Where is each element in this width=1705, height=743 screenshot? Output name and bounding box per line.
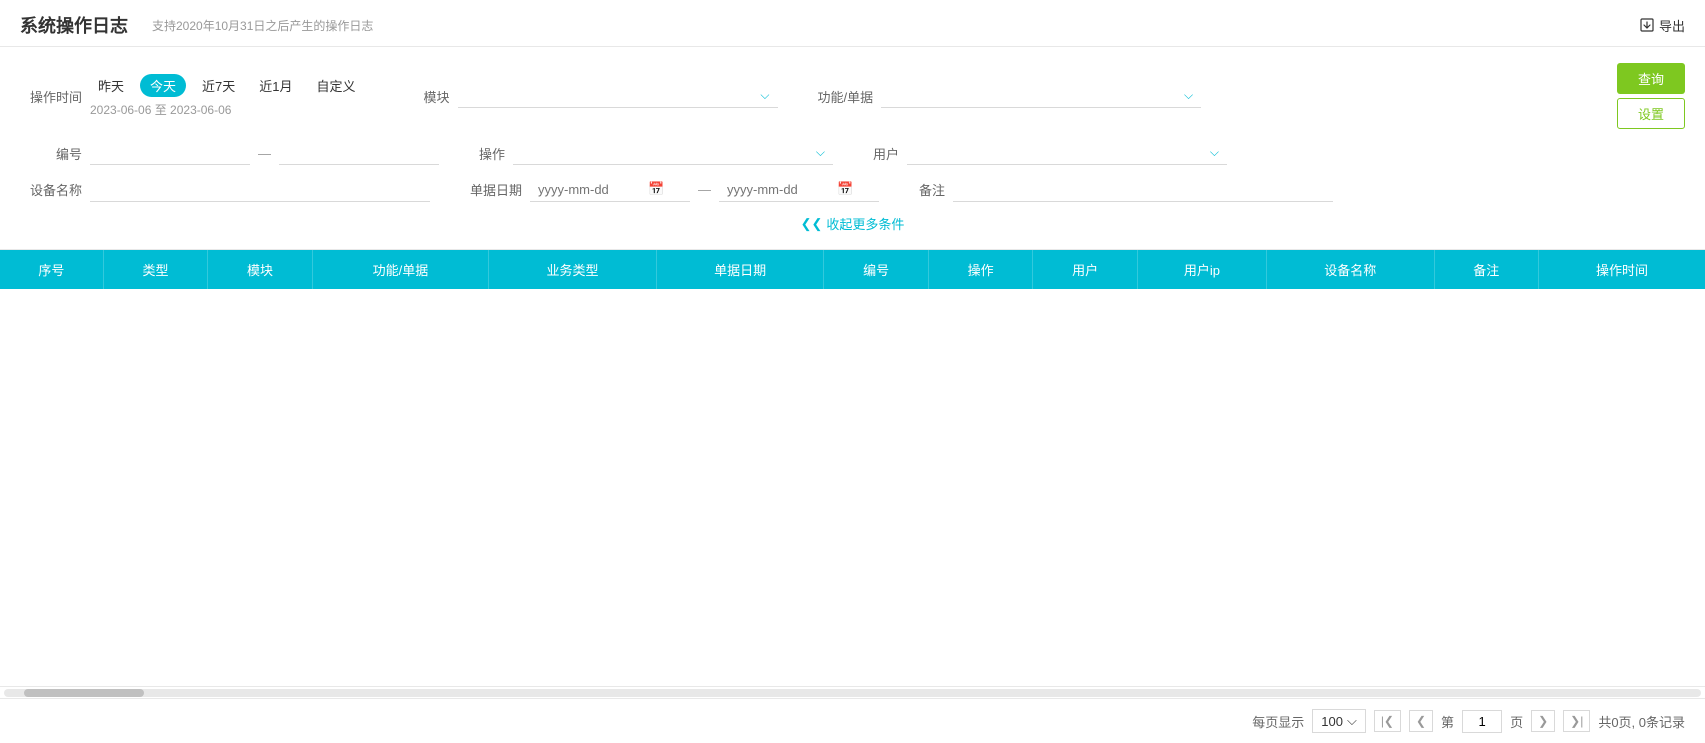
col-module: 模块 [208, 250, 312, 289]
page-title: 系统操作日志 [20, 12, 128, 38]
module-chevron-icon: ⌵ [760, 88, 769, 103]
filter-row-3: 设备名称 单据日期 📅 — 📅 备注 [20, 177, 1685, 202]
query-button[interactable]: 查询 [1617, 63, 1685, 94]
page-subtitle: 支持2020年10月31日之后产生的操作日志 [152, 17, 373, 34]
device-input[interactable] [90, 178, 430, 202]
time-btn-custom[interactable]: 自定义 [309, 74, 364, 97]
settings-button[interactable]: 设置 [1617, 98, 1685, 129]
function-chevron-icon: ⌵ [1184, 88, 1193, 103]
collapse-chevron-icon: ❮❮ [801, 216, 823, 232]
time-range: 2023-06-06 至 2023-06-06 [90, 101, 364, 118]
function-select[interactable]: ⌵ [881, 84, 1201, 108]
operation-select[interactable]: ⌵ [513, 141, 833, 165]
export-icon [1639, 17, 1655, 33]
number-dash: — [258, 146, 271, 161]
time-buttons: 昨天 今天 近7天 近1月 自定义 [90, 74, 364, 97]
user-group: 用户 ⌵ [873, 141, 1227, 165]
table-header-row: 序号 类型 模块 功能/单据 业务类型 单据日期 编号 操作 用户 用户ip 设… [0, 250, 1705, 289]
col-function: 功能/单据 [312, 250, 488, 289]
number-label: 编号 [20, 144, 90, 163]
number-input-to[interactable] [279, 141, 439, 165]
remark-label: 备注 [919, 180, 945, 199]
page-container: 系统操作日志 支持2020年10月31日之后产生的操作日志 导出 操作时间 昨天… [0, 0, 1705, 743]
table-area: 序号 类型 模块 功能/单据 业务类型 单据日期 编号 操作 用户 用户ip 设… [0, 250, 1705, 336]
collapse-label: 收起更多条件 [826, 214, 904, 233]
module-label: 模块 [424, 87, 450, 106]
col-operation: 操作 [928, 250, 1032, 289]
calendar-from-icon[interactable]: 📅 [648, 181, 664, 197]
table-header: 序号 类型 模块 功能/单据 业务类型 单据日期 编号 操作 用户 用户ip 设… [0, 250, 1705, 289]
collapse-row: ❮❮ 收起更多条件 [20, 214, 1685, 233]
col-date: 单据日期 [656, 250, 824, 289]
col-device: 设备名称 [1266, 250, 1434, 289]
col-type: 类型 [103, 250, 207, 289]
page-next-button[interactable]: ❯ [1531, 710, 1555, 732]
data-table: 序号 类型 模块 功能/单据 业务类型 单据日期 编号 操作 用户 用户ip 设… [0, 250, 1705, 289]
page-total: 共0页, 0条记录 [1598, 712, 1685, 731]
date-dash: — [698, 182, 711, 197]
date-from-input[interactable] [538, 182, 648, 197]
scroll-thumb[interactable] [24, 689, 144, 697]
calendar-to-icon[interactable]: 📅 [837, 181, 853, 197]
time-btn-7days[interactable]: 近7天 [194, 74, 243, 97]
date-to-wrap: 📅 [719, 177, 879, 202]
pagination-area: 每页显示 100 ⌵ |❮ ❮ 第 页 ❯ ❯| 共0页, 0条记录 [0, 698, 1705, 743]
filter-row-2: 编号 — 操作 ⌵ 用户 ⌵ [20, 141, 1685, 165]
per-page-label: 每页显示 [1252, 712, 1304, 731]
time-filter: 昨天 今天 近7天 近1月 自定义 2023-06-06 至 2023-06-0… [90, 74, 364, 118]
remark-group: 备注 [919, 178, 1333, 202]
time-btn-today[interactable]: 今天 [140, 74, 186, 97]
page-first-button[interactable]: |❮ [1374, 710, 1401, 732]
function-group: 功能/单据 ⌵ [818, 84, 1202, 108]
scroll-track [4, 689, 1701, 697]
filter-area: 操作时间 昨天 今天 近7天 近1月 自定义 2023-06-06 至 2023… [0, 47, 1705, 250]
col-user: 用户 [1033, 250, 1137, 289]
user-chevron-icon: ⌵ [1210, 145, 1219, 160]
operation-chevron-icon: ⌵ [816, 145, 825, 160]
operation-group: 操作 ⌵ [479, 141, 833, 165]
remark-input[interactable] [953, 178, 1333, 202]
page-label: 第 [1441, 712, 1454, 731]
empty-area [0, 336, 1705, 686]
col-remark: 备注 [1434, 250, 1538, 289]
number-input-from[interactable] [90, 141, 250, 165]
module-select[interactable]: ⌵ [458, 84, 778, 108]
col-index: 序号 [0, 250, 103, 289]
date-from-wrap: 📅 [530, 177, 690, 202]
per-page-chevron-icon: ⌵ [1347, 713, 1357, 729]
col-time: 操作时间 [1539, 250, 1705, 289]
page-suffix: 页 [1510, 712, 1523, 731]
device-label: 设备名称 [20, 180, 90, 199]
date-to-input[interactable] [727, 182, 837, 197]
time-btn-1month[interactable]: 近1月 [251, 74, 300, 97]
user-select[interactable]: ⌵ [907, 141, 1227, 165]
page-number-input[interactable] [1462, 710, 1502, 733]
action-buttons: 查询 设置 [1617, 63, 1685, 129]
export-label: 导出 [1659, 16, 1685, 35]
user-label: 用户 [873, 144, 899, 163]
page-prev-button[interactable]: ❮ [1409, 710, 1433, 732]
module-group: 模块 ⌵ [424, 84, 778, 108]
date-group: 单据日期 📅 — 📅 [470, 177, 879, 202]
page-last-button[interactable]: ❯| [1563, 710, 1590, 732]
operation-label: 操作 [479, 144, 505, 163]
filter-row-1: 操作时间 昨天 今天 近7天 近1月 自定义 2023-06-06 至 2023… [20, 63, 1685, 129]
col-user-ip: 用户ip [1137, 250, 1266, 289]
scroll-area[interactable] [0, 686, 1705, 698]
export-button[interactable]: 导出 [1639, 16, 1685, 35]
collapse-button[interactable]: ❮❮ 收起更多条件 [801, 214, 905, 233]
time-btn-yesterday[interactable]: 昨天 [90, 74, 132, 97]
per-page-select[interactable]: 100 ⌵ [1312, 709, 1366, 733]
time-label: 操作时间 [20, 87, 90, 106]
per-page-value: 100 [1321, 714, 1343, 729]
col-business-type: 业务类型 [489, 250, 657, 289]
function-label: 功能/单据 [818, 87, 874, 106]
page-header: 系统操作日志 支持2020年10月31日之后产生的操作日志 导出 [0, 0, 1705, 47]
col-number: 编号 [824, 250, 928, 289]
date-label: 单据日期 [470, 180, 522, 199]
